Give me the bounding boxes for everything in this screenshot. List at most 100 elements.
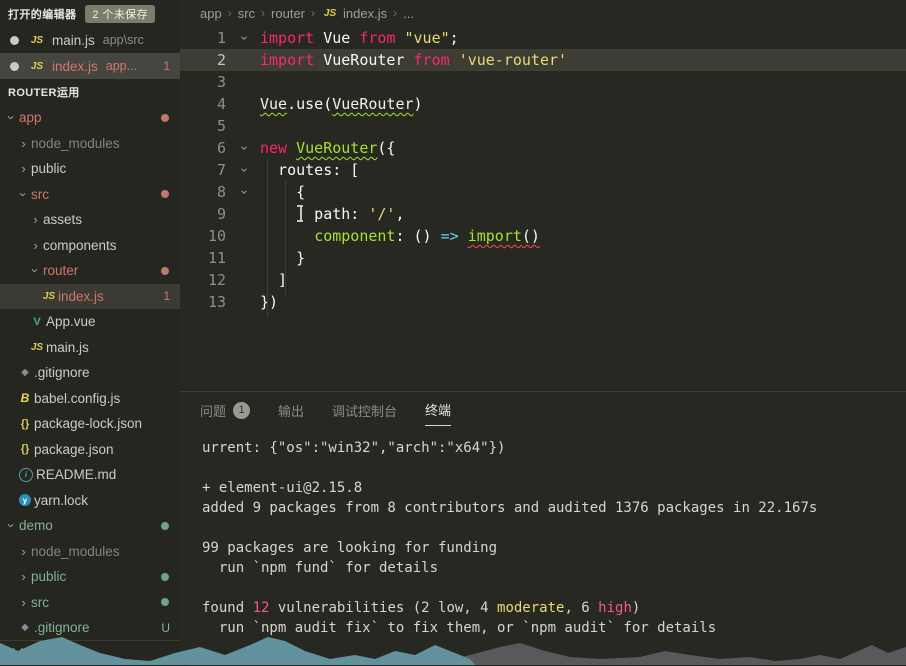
code-line-5[interactable]: 5 [180, 115, 906, 137]
chevron-right-icon[interactable]: › [28, 238, 43, 253]
open-editor-item-index.js[interactable]: JS index.js app... 1 [0, 53, 180, 79]
tree-item-package.json[interactable]: {} package.json [0, 437, 180, 463]
chevron-down-icon[interactable]: › [4, 110, 19, 125]
chevron-right-icon[interactable]: › [16, 544, 31, 559]
vue-file-icon: V [33, 315, 41, 328]
chevron-right-icon[interactable]: › [16, 595, 31, 610]
tree-item-package-lock.json[interactable]: {} package-lock.json [0, 411, 180, 437]
fold-chevron-icon [226, 291, 260, 313]
breadcrumb-label: index.js [343, 5, 388, 21]
code-line-11[interactable]: 11 } [180, 247, 906, 269]
code-line-3[interactable]: 3 [180, 71, 906, 93]
code-line-6[interactable]: 6 › new VueRouter({ [180, 137, 906, 159]
fold-chevron-icon[interactable]: › [226, 27, 260, 49]
fold-chevron-icon [226, 49, 260, 71]
tree-item-src[interactable]: › src [0, 182, 180, 208]
code-line-12[interactable]: 12 ] [180, 269, 906, 291]
code-editor[interactable]: 1 › import Vue from "vue"; 2 import VueRoute… [180, 26, 906, 418]
outline-section-header[interactable]: 大纲 [0, 640, 188, 666]
breadcrumb-label: app [200, 5, 222, 21]
open-editors-header[interactable]: 打开的编辑器 2 个未保存 [0, 0, 180, 27]
workspace-section-header[interactable]: ROUTER运用 [0, 79, 180, 105]
open-editors-title: 打开的编辑器 [8, 8, 77, 21]
tree-item-index.js[interactable]: JS index.js 1 [0, 283, 180, 309]
code-line-9[interactable]: 9 path: '/', [180, 203, 906, 225]
code-line-13[interactable]: 13}) [180, 291, 906, 313]
tree-item-.gitignore[interactable]: ◆ .gitignore U [0, 615, 180, 641]
tree-item-node_modules[interactable]: › node_modules [0, 539, 180, 565]
breadcrumb-item-index.js[interactable]: JS index.js [321, 6, 387, 21]
terminal-text: urrent: {"os":"win32","arch":"x64"}) [202, 440, 506, 456]
breadcrumb: app › src › router › JS index.js ›... [180, 0, 906, 26]
code-line-8[interactable]: 8 › { [180, 181, 906, 203]
panel-tab-debug-console[interactable]: 调试控制台 [332, 392, 397, 426]
tree-item-App.vue[interactable]: V App.vue [0, 309, 180, 335]
chevron-down-icon[interactable]: › [28, 263, 43, 278]
tree-item-public[interactable]: › public [0, 564, 180, 590]
code-line-10[interactable]: 10 component: () => import() [180, 225, 906, 247]
chevron-right-icon[interactable]: › [16, 569, 31, 584]
tree-item-label: App.vue [46, 314, 96, 330]
fold-chevron-icon[interactable]: › [226, 181, 260, 203]
chevron-right-icon[interactable]: › [16, 136, 31, 151]
tree-item-assets[interactable]: › assets [0, 207, 180, 233]
chevron-right-icon[interactable]: › [28, 212, 43, 227]
breadcrumb-item-app[interactable]: app [200, 6, 222, 21]
tree-item-label: public [31, 161, 67, 177]
tree-item-.gitignore[interactable]: ◆ .gitignore [0, 360, 180, 386]
readme-file-icon: i [19, 467, 33, 482]
tree-item-components[interactable]: › components [0, 233, 180, 259]
breadcrumb-separator-icon: › [227, 6, 232, 20]
code-line-4[interactable]: 4 Vue.use(VueRouter) [180, 93, 906, 115]
indent-guide [285, 181, 286, 295]
tree-item-yarn.lock[interactable]: y yarn.lock [0, 488, 180, 514]
json-file-icon: {} [20, 417, 30, 430]
tree-item-README.md[interactable]: i README.md [0, 462, 180, 488]
panel-tab-label: 问题 [200, 403, 227, 419]
code-token: routes: [ [260, 161, 360, 179]
breadcrumb-item-...[interactable]: ... [403, 6, 414, 21]
tree-item-demo[interactable]: › demo [0, 513, 180, 539]
tree-item-node_modules[interactable]: › node_modules [0, 131, 180, 157]
terminal-line: found 12 vulnerabilities (2 low, 4 moder… [202, 598, 906, 618]
panel-tab-output[interactable]: 输出 [278, 392, 304, 426]
terminal-output[interactable]: urrent: {"os":"win32","arch":"x64"}) + e… [180, 426, 906, 638]
tree-item-app[interactable]: › app [0, 105, 180, 131]
tree-item-public[interactable]: › public [0, 156, 180, 182]
indent-guide [267, 159, 268, 317]
code-text: new VueRouter({ [260, 137, 395, 159]
bottom-panel: 问题 1 输出 调试控制台 终端 urrent: {"os":"win32","arch… [180, 391, 906, 640]
breadcrumb-item-router[interactable]: router [271, 6, 305, 21]
terminal-text: run `npm audit fix` to fix them, or `npm… [202, 620, 717, 636]
tree-item-router[interactable]: › router [0, 258, 180, 284]
fold-chevron-icon[interactable]: › [226, 159, 260, 181]
chevron-right-icon[interactable]: › [16, 161, 31, 176]
chevron-down-icon[interactable]: › [4, 518, 19, 533]
code-line-1[interactable]: 1 › import Vue from "vue"; [180, 27, 906, 49]
code-token: import [260, 51, 315, 69]
tree-item-babel.config.js[interactable]: Bbabel.config.js [0, 386, 180, 412]
code-line-7[interactable]: 7 › routes: [ [180, 159, 906, 181]
git-status-dot [161, 266, 169, 275]
breadcrumb-item-src[interactable]: src [238, 6, 255, 21]
breadcrumb-label: ... [403, 5, 414, 21]
chevron-down-icon[interactable]: › [16, 187, 31, 202]
open-editor-path: app... [105, 59, 138, 73]
problems-badge: 1 [233, 401, 251, 419]
panel-tab-terminal[interactable]: 终端 [425, 392, 452, 426]
terminal-text: moderate [497, 600, 565, 616]
panel-tab-problems[interactable]: 问题 1 [200, 392, 251, 426]
tree-item-label: app [19, 110, 42, 126]
tree-item-label: yarn.lock [34, 492, 89, 508]
line-number: 11 [207, 249, 226, 267]
fold-chevron-icon[interactable]: › [226, 137, 260, 159]
line-number: 3 [216, 73, 226, 91]
tree-item-main.js[interactable]: JS main.js [0, 335, 180, 361]
terminal-text: + element-ui@2.15.8 [202, 480, 363, 496]
open-editor-item-main.js[interactable]: JS main.js app\src [0, 27, 180, 53]
tree-item-src[interactable]: › src [0, 590, 180, 616]
code-line-2[interactable]: 2 import VueRouter from 'vue-router' [180, 49, 906, 71]
